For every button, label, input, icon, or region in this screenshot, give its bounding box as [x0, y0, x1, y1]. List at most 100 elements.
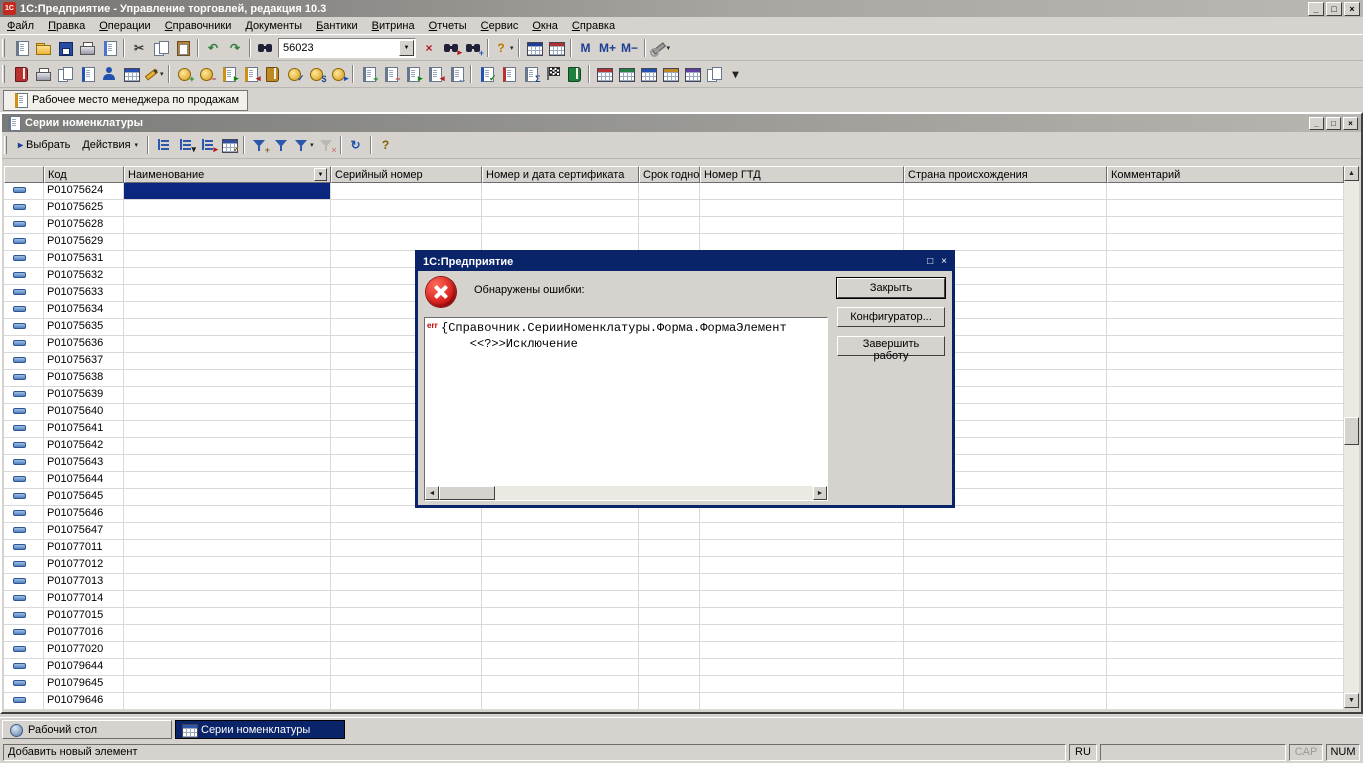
toolbar-grip[interactable]: [2, 65, 5, 83]
scrollbar-thumb[interactable]: [1344, 416, 1359, 445]
cell-country[interactable]: [904, 234, 1107, 251]
cell-country[interactable]: [904, 642, 1107, 659]
cell-code[interactable]: P01075632: [44, 268, 124, 285]
cell-gtd[interactable]: [700, 217, 904, 234]
payment-in-icon[interactable]: ▸: [217, 63, 239, 85]
table-row[interactable]: P01075628: [4, 217, 1344, 234]
copy-documents-icon[interactable]: [54, 63, 76, 85]
cell-name[interactable]: [124, 489, 331, 506]
cell-serial[interactable]: [331, 659, 482, 676]
table-row[interactable]: P01079644: [4, 659, 1344, 676]
expand-levels-icon[interactable]: ▾: [174, 134, 196, 156]
cell-code[interactable]: P01077014: [44, 591, 124, 608]
cell-certificate[interactable]: [482, 506, 639, 523]
table-row[interactable]: P01077011: [4, 540, 1344, 557]
cell-serial[interactable]: [331, 591, 482, 608]
cell-code[interactable]: P01077012: [44, 557, 124, 574]
table-row[interactable]: P01079645: [4, 676, 1344, 693]
menu-item-витрина[interactable]: Витрина: [365, 18, 422, 34]
cell-country[interactable]: [904, 217, 1107, 234]
cell-country[interactable]: [904, 608, 1107, 625]
calendar-icon[interactable]: [545, 37, 567, 59]
menu-item-сервис[interactable]: Сервис: [474, 18, 526, 34]
cell-country[interactable]: [904, 506, 1107, 523]
cell-serial[interactable]: [331, 693, 482, 710]
cell-country[interactable]: [904, 625, 1107, 642]
cell-marker[interactable]: [4, 234, 44, 251]
cell-serial[interactable]: [331, 574, 482, 591]
cell-marker[interactable]: [4, 285, 44, 302]
cell-code[interactable]: P01079646: [44, 693, 124, 710]
memory-add-icon[interactable]: M+: [597, 37, 619, 59]
cell-comment[interactable]: [1107, 200, 1344, 217]
cell-code[interactable]: P01075646: [44, 506, 124, 523]
cell-comment[interactable]: [1107, 404, 1344, 421]
cell-name[interactable]: [124, 608, 331, 625]
cell-gtd[interactable]: [700, 693, 904, 710]
formula-board-icon[interactable]: [523, 37, 545, 59]
cell-name[interactable]: [124, 234, 331, 251]
cell-name[interactable]: [124, 659, 331, 676]
cell-comment[interactable]: [1107, 693, 1344, 710]
cell-comment[interactable]: [1107, 608, 1344, 625]
cell-serial[interactable]: [331, 200, 482, 217]
cell-marker[interactable]: [4, 506, 44, 523]
cell-expiry[interactable]: [639, 217, 700, 234]
move-to-group-icon[interactable]: ▸: [196, 134, 218, 156]
cell-serial[interactable]: [331, 625, 482, 642]
cell-comment[interactable]: [1107, 523, 1344, 540]
cell-name[interactable]: [124, 642, 331, 659]
cell-serial[interactable]: [331, 608, 482, 625]
cell-comment[interactable]: [1107, 438, 1344, 455]
cell-comment[interactable]: [1107, 540, 1344, 557]
cell-expiry[interactable]: [639, 200, 700, 217]
toolbar-grip[interactable]: [4, 136, 7, 154]
print-form-icon[interactable]: [32, 63, 54, 85]
cell-comment[interactable]: [1107, 557, 1344, 574]
cell-marker[interactable]: [4, 489, 44, 506]
help-icon[interactable]: ?: [375, 134, 397, 156]
cell-marker[interactable]: [4, 591, 44, 608]
cell-code[interactable]: P01075638: [44, 370, 124, 387]
menu-item-правка[interactable]: Правка: [41, 18, 92, 34]
report-red-icon[interactable]: [593, 63, 615, 85]
column-header-name[interactable]: Наименование ▼: [124, 166, 331, 183]
cell-comment[interactable]: [1107, 387, 1344, 404]
report-gold-icon[interactable]: [659, 63, 681, 85]
cell-code[interactable]: P01075637: [44, 353, 124, 370]
cell-name[interactable]: [124, 302, 331, 319]
column-header-country[interactable]: Страна происхождения: [904, 166, 1107, 183]
cell-name[interactable]: [124, 217, 331, 234]
dialog-horizontal-scrollbar[interactable]: ◄ ►: [425, 486, 827, 500]
cell-marker[interactable]: [4, 472, 44, 489]
cell-serial[interactable]: [331, 676, 482, 693]
cell-name[interactable]: [124, 557, 331, 574]
cash-book-icon[interactable]: [261, 63, 283, 85]
menu-item-операции[interactable]: Операции: [92, 18, 157, 34]
child-close-button[interactable]: ×: [1343, 116, 1358, 130]
order-check-icon[interactable]: ✓: [475, 63, 497, 85]
cell-marker[interactable]: [4, 319, 44, 336]
restore-button[interactable]: □: [1326, 1, 1342, 16]
selected-cell[interactable]: [124, 183, 331, 200]
cell-country[interactable]: [904, 540, 1107, 557]
cell-comment[interactable]: [1107, 234, 1344, 251]
column-filter-icon[interactable]: ▼: [314, 168, 327, 181]
redo-icon[interactable]: ↷: [224, 37, 246, 59]
cell-marker[interactable]: [4, 642, 44, 659]
print-preview-icon[interactable]: [98, 37, 120, 59]
cell-code[interactable]: P01075628: [44, 217, 124, 234]
window-tab-2[interactable]: Серии номенклатуры: [175, 720, 345, 739]
open-icon[interactable]: [32, 37, 54, 59]
cell-serial[interactable]: [331, 217, 482, 234]
cell-country[interactable]: [904, 200, 1107, 217]
scrollbar-track[interactable]: [439, 486, 813, 500]
cell-certificate[interactable]: [482, 693, 639, 710]
menu-item-справочники[interactable]: Справочники: [158, 18, 239, 34]
menu-item-справка[interactable]: Справка: [565, 18, 622, 34]
cell-comment[interactable]: [1107, 183, 1344, 200]
incoming-doc-icon[interactable]: ▸: [401, 63, 423, 85]
cell-name[interactable]: [124, 523, 331, 540]
cell-certificate[interactable]: [482, 659, 639, 676]
table-row[interactable]: P01075647: [4, 523, 1344, 540]
